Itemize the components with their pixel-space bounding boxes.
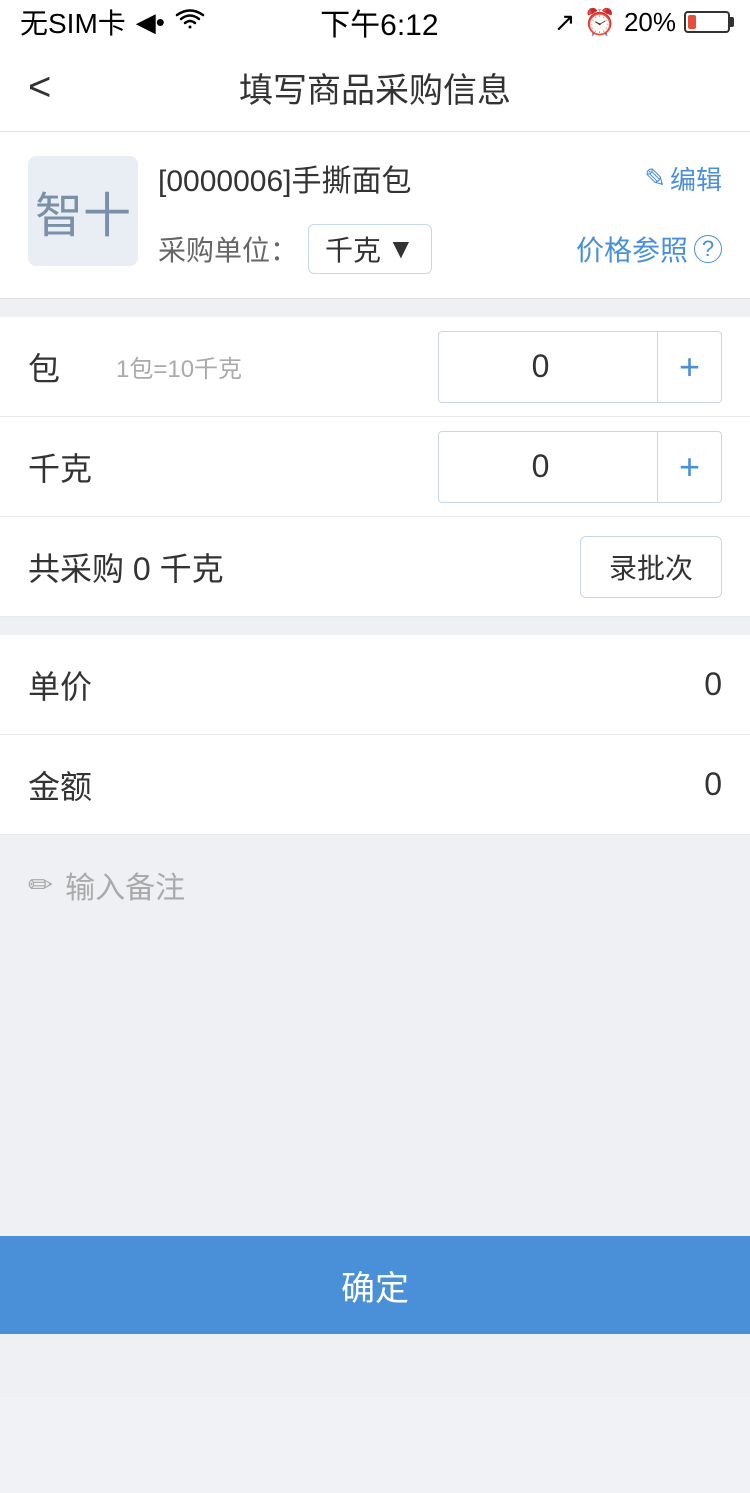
amount-value: 0: [704, 766, 722, 803]
info-icon: ?: [694, 235, 722, 263]
edit-label: 编辑: [670, 160, 722, 197]
plus-icon: +: [679, 346, 700, 388]
summary-text: 共采购 0 千克: [28, 544, 224, 590]
note-section[interactable]: ✏ 输入备注: [0, 835, 750, 1035]
product-title: 手撕面包: [291, 165, 411, 198]
status-left: 无SIM卡 ◀•: [20, 2, 205, 42]
product-id: [0000006]: [158, 165, 291, 198]
dropdown-arrow-icon: ▼: [387, 233, 415, 265]
edit-button[interactable]: ✎ 编辑: [644, 160, 722, 197]
alarm-icon: ⏰: [584, 7, 616, 38]
pencil-icon: ✏: [28, 868, 53, 903]
status-time: 下午6:12: [320, 0, 438, 44]
unit-price-value: 0: [704, 666, 722, 703]
section-divider-2: [0, 617, 750, 635]
kg-input-group: +: [438, 431, 722, 503]
product-unit-row: 采购单位： 千克 ▼ 价格参照 ?: [158, 224, 722, 274]
kg-plus-button[interactable]: +: [658, 431, 722, 503]
summary-unit: 千克: [160, 551, 224, 587]
location-icon: ↗: [554, 7, 576, 38]
page-title: 填写商品采购信息: [239, 63, 511, 112]
summary-row: 共采购 0 千克 录批次: [0, 517, 750, 617]
product-thumb-icon: 智十: [35, 176, 131, 246]
kg-label: 千克: [28, 444, 108, 490]
unit-price-label: 单价: [28, 662, 92, 708]
price-info-section: 单价 0 金额 0: [0, 635, 750, 835]
edit-icon: ✎: [644, 163, 666, 194]
bag-input-row: 包 1包=10千克 +: [0, 317, 750, 417]
bag-sublabel: 1包=10千克: [116, 349, 242, 384]
batch-button[interactable]: 录批次: [580, 536, 722, 598]
section-divider-1: [0, 299, 750, 317]
battery-fill: [688, 15, 696, 29]
status-bar: 无SIM卡 ◀• 下午6:12 ↗ ⏰ 20%: [0, 0, 750, 44]
battery-percentage: 20%: [624, 7, 676, 38]
bag-input-group: +: [438, 331, 722, 403]
summary-prefix: 共采购: [28, 551, 124, 587]
amount-label: 金额: [28, 762, 92, 808]
bag-plus-button[interactable]: +: [658, 331, 722, 403]
confirm-button[interactable]: 确定: [0, 1236, 750, 1334]
unit-dropdown[interactable]: 千克 ▼: [308, 224, 432, 274]
price-ref-label: 价格参照: [576, 229, 688, 269]
bag-label: 包: [28, 344, 108, 390]
bag-quantity-input[interactable]: [438, 331, 658, 403]
carrier-text: 无SIM卡: [20, 2, 126, 42]
back-button[interactable]: <: [28, 65, 51, 110]
batch-label: 录批次: [609, 553, 693, 584]
product-card: 智十 [0000006]手撕面包 ✎ 编辑 采购单位： 千克 ▼: [0, 132, 750, 299]
note-placeholder-text: 输入备注: [65, 863, 185, 907]
product-info: [0000006]手撕面包 ✎ 编辑 采购单位： 千克 ▼ 价格参照 ?: [158, 156, 722, 274]
unit-value: 千克: [325, 229, 381, 269]
wifi-signal-icon: [175, 6, 205, 38]
amount-row: 金额 0: [0, 735, 750, 835]
confirm-label: 确定: [341, 1261, 409, 1310]
wifi-icon: ◀•: [136, 7, 165, 38]
battery-icon: [684, 11, 730, 33]
unit-label: 采购单位：: [158, 229, 298, 269]
price-ref-button[interactable]: 价格参照 ?: [576, 229, 722, 269]
product-info-top: [0000006]手撕面包 ✎ 编辑: [158, 156, 722, 200]
nav-bar: < 填写商品采购信息: [0, 44, 750, 132]
kg-plus-icon: +: [679, 446, 700, 488]
product-name: [0000006]手撕面包: [158, 156, 411, 200]
status-right: ↗ ⏰ 20%: [554, 7, 730, 38]
kg-quantity-input[interactable]: [438, 431, 658, 503]
product-thumbnail: 智十: [28, 156, 138, 266]
kg-input-row: 千克 +: [0, 417, 750, 517]
summary-value: 0: [133, 551, 151, 587]
bottom-spacer: [0, 1035, 750, 1395]
note-placeholder[interactable]: ✏ 输入备注: [28, 863, 722, 907]
quantity-input-section: 包 1包=10千克 + 千克 + 共采购 0 千克: [0, 317, 750, 617]
unit-selector-area: 采购单位： 千克 ▼: [158, 224, 432, 274]
unit-price-row: 单价 0: [0, 635, 750, 735]
